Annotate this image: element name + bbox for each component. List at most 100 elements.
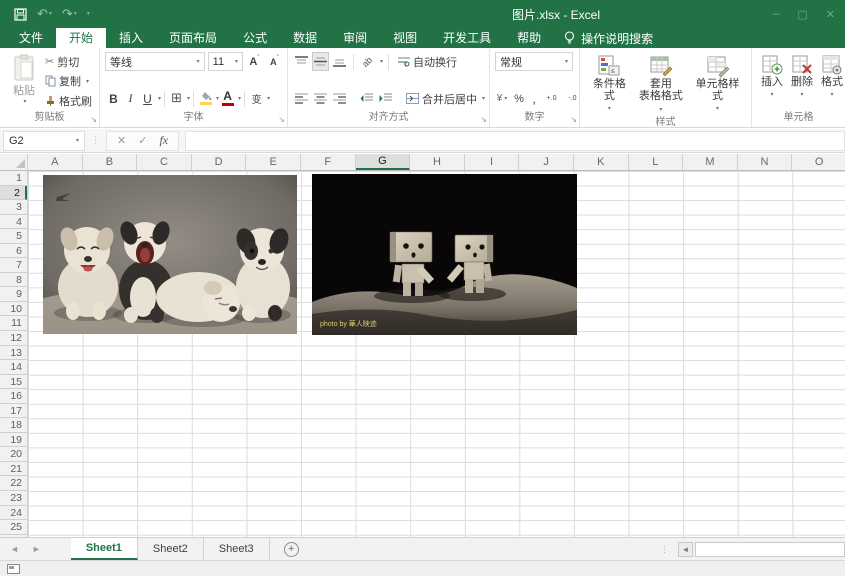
fill-color-button[interactable] — [197, 89, 214, 108]
maximize-button[interactable]: ▢ — [797, 8, 807, 21]
select-all-corner[interactable] — [0, 154, 28, 171]
horizontal-scrollbar[interactable] — [695, 542, 845, 557]
format-as-table-button[interactable]: 套用 表格格式 ▾ — [634, 52, 688, 116]
new-sheet-button[interactable]: + — [284, 542, 299, 557]
row-header[interactable]: 24 — [0, 506, 27, 521]
row-header[interactable]: 19 — [0, 433, 27, 448]
alignment-dialog-launcher[interactable]: ↘ — [480, 116, 487, 124]
sheet-tab[interactable]: Sheet3 — [204, 538, 270, 560]
row-header[interactable]: 16 — [0, 389, 27, 404]
align-left-button[interactable] — [293, 89, 310, 108]
row-header[interactable]: 7 — [0, 258, 27, 273]
minimize-button[interactable]: ─ — [773, 8, 780, 21]
increase-decimal-button[interactable]: +.0 — [543, 89, 560, 108]
align-center-button[interactable] — [312, 89, 329, 108]
row-header[interactable]: 8 — [0, 273, 27, 288]
accounting-format-button[interactable]: ¥ ▾ — [495, 89, 509, 108]
tell-me-search[interactable]: 操作说明搜索 — [564, 28, 653, 48]
ribbon-tab[interactable]: 帮助 — [504, 28, 554, 48]
sheet-nav-right-icon[interactable]: ► — [32, 544, 41, 554]
row-header[interactable]: 6 — [0, 244, 27, 259]
merge-center-button[interactable]: 合并后居中 ▾ — [406, 90, 485, 107]
row-header[interactable]: 23 — [0, 491, 27, 506]
column-header[interactable]: O — [792, 154, 845, 170]
undo-button[interactable]: ↶ ▾ — [37, 8, 52, 21]
row-header[interactable]: 2 — [0, 186, 27, 201]
decrease-decimal-button[interactable]: -.0 — [564, 89, 581, 108]
column-header[interactable]: E — [246, 154, 301, 170]
row-header[interactable]: 11 — [0, 316, 27, 331]
sheet-nav-left-icon[interactable]: ◄ — [10, 544, 19, 554]
sheet-tab[interactable]: Sheet2 — [138, 538, 204, 560]
clipboard-dialog-launcher[interactable]: ↘ — [90, 116, 97, 124]
font-size-select[interactable]: 11 ▾ — [208, 52, 243, 71]
underline-button[interactable]: U — [139, 89, 156, 108]
format-cells-button[interactable]: 格式 ▾ — [817, 52, 845, 111]
row-header[interactable]: 14 — [0, 360, 27, 375]
ribbon-tab[interactable]: 公式 — [230, 28, 280, 48]
cells-area[interactable]: photo by 華人映迹 — [28, 171, 845, 537]
row-header[interactable]: 17 — [0, 404, 27, 419]
column-header[interactable]: H — [410, 154, 465, 170]
redo-button[interactable]: ↷ ▾ — [62, 8, 77, 21]
cancel-button[interactable]: ✕ — [117, 134, 126, 147]
delete-cells-button[interactable]: 删除 ▾ — [787, 52, 817, 111]
font-dialog-launcher[interactable]: ↘ — [278, 116, 285, 124]
borders-button[interactable]: ⊞ — [168, 89, 185, 108]
format-painter-button[interactable]: 格式刷 — [45, 92, 92, 109]
name-box[interactable]: G2 ▾ — [3, 131, 85, 151]
font-name-select[interactable]: 等线 ▾ — [105, 52, 205, 71]
bold-button[interactable]: B — [105, 89, 122, 108]
column-header[interactable]: K — [574, 154, 629, 170]
copy-button[interactable]: 复制 ▾ — [45, 73, 92, 90]
shrink-font-button[interactable]: Aˇ — [266, 52, 283, 71]
row-header[interactable]: 1 — [0, 171, 27, 186]
percent-style-button[interactable]: % — [513, 89, 525, 108]
macro-record-button[interactable] — [7, 564, 20, 574]
row-header[interactable]: 21 — [0, 462, 27, 477]
row-header[interactable]: 12 — [0, 331, 27, 346]
row-header[interactable]: 9 — [0, 287, 27, 302]
enter-button[interactable]: ✓ — [138, 134, 147, 147]
column-header[interactable]: G — [356, 154, 411, 170]
column-header[interactable]: I — [465, 154, 520, 170]
ribbon-tab[interactable]: 审阅 — [330, 28, 380, 48]
ribbon-tab[interactable]: 开发工具 — [430, 28, 504, 48]
sheet-tab[interactable]: Sheet1 — [71, 538, 138, 560]
formula-input[interactable] — [185, 131, 845, 151]
italic-button[interactable]: I — [122, 89, 139, 108]
number-format-select[interactable]: 常规 ▾ — [495, 52, 573, 71]
ribbon-tab[interactable]: 开始 — [56, 28, 106, 48]
column-header[interactable]: N — [738, 154, 793, 170]
column-header[interactable]: J — [519, 154, 574, 170]
embedded-image-puppies[interactable] — [43, 175, 297, 334]
row-header[interactable]: 20 — [0, 447, 27, 462]
insert-cells-button[interactable]: 插入 ▾ — [757, 52, 787, 111]
column-header[interactable]: L — [629, 154, 684, 170]
hscroll-left-button[interactable]: ◄ — [678, 542, 693, 557]
row-header[interactable]: 3 — [0, 200, 27, 215]
conditional-formatting-button[interactable]: ≤ 条件格式 ▾ — [585, 52, 634, 116]
row-header[interactable]: 18 — [0, 418, 27, 433]
cell-styles-button[interactable]: 单元格样式 ▾ — [688, 52, 747, 116]
save-button[interactable] — [14, 8, 27, 21]
orientation-button[interactable]: ab — [359, 52, 376, 71]
font-color-button[interactable]: A — [219, 89, 236, 108]
embedded-image-danbo[interactable]: photo by 華人映迹 — [312, 174, 577, 335]
row-header[interactable]: 22 — [0, 476, 27, 491]
comma-style-button[interactable]: , — [529, 89, 539, 108]
wrap-text-button[interactable]: 自动换行 — [398, 53, 457, 70]
ribbon-tab[interactable]: 插入 — [106, 28, 156, 48]
ribbon-tab[interactable]: 文件 — [6, 28, 56, 48]
number-dialog-launcher[interactable]: ↘ — [570, 116, 577, 124]
ribbon-tab[interactable]: 数据 — [280, 28, 330, 48]
decrease-indent-button[interactable] — [358, 89, 375, 108]
row-header[interactable]: 13 — [0, 346, 27, 361]
row-header[interactable]: 10 — [0, 302, 27, 317]
column-header[interactable]: A — [28, 154, 83, 170]
align-right-button[interactable] — [331, 89, 348, 108]
column-header[interactable]: C — [137, 154, 192, 170]
formula-splitter[interactable]: ⋮ — [91, 135, 100, 146]
align-top-button[interactable] — [293, 52, 310, 71]
grow-font-button[interactable]: Aˆ — [246, 52, 263, 71]
